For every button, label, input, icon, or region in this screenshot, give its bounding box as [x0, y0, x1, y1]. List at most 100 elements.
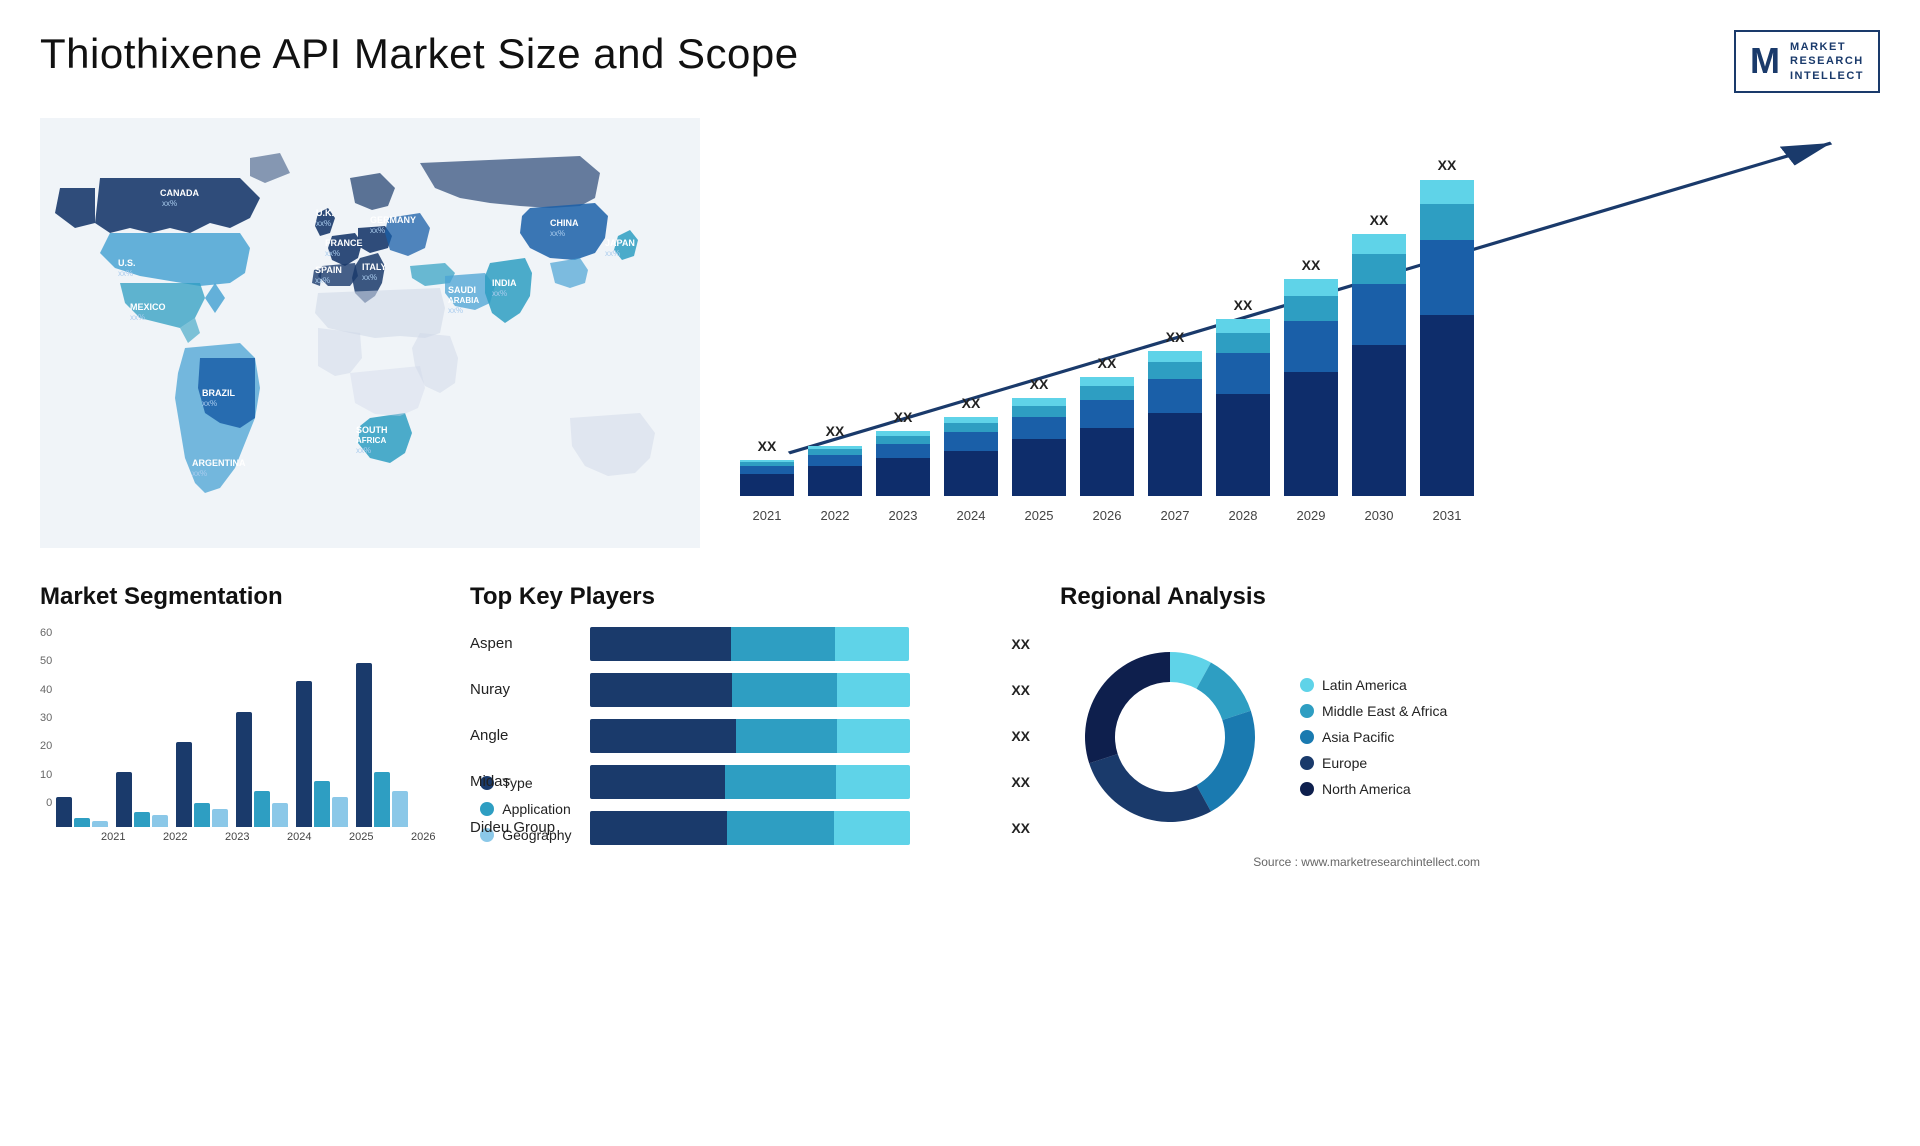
- player-name: Dideu Group: [470, 819, 580, 836]
- bar-group: XX: [808, 423, 862, 496]
- seg-year-group: [56, 627, 108, 827]
- bar-value-label: XX: [962, 395, 981, 411]
- bar-segment: [1420, 315, 1474, 496]
- svg-text:ARGENTINA: ARGENTINA: [192, 458, 246, 468]
- bar-segment: [1352, 234, 1406, 254]
- bar-segment: [944, 451, 998, 496]
- player-bar-wrap: [590, 765, 993, 799]
- svg-text:xx%: xx%: [192, 469, 207, 478]
- bar-group: XX: [1420, 157, 1474, 496]
- bottom-section: Market Segmentation 6050403020100 202120…: [40, 583, 1880, 869]
- player-bar: [590, 765, 910, 799]
- bar-segment: [1080, 400, 1134, 429]
- seg-x-label: 2025: [334, 831, 388, 843]
- seg-y-label: 30: [40, 712, 52, 724]
- bar-year-label: 2030: [1352, 508, 1406, 523]
- bar-value-label: XX: [894, 409, 913, 425]
- regional-legend-item: Europe: [1300, 755, 1447, 771]
- seg-bar: [254, 791, 270, 827]
- bar-segment: [740, 474, 794, 496]
- logo-text: MARKET RESEARCH INTELLECT: [1790, 40, 1864, 83]
- seg-y-label: 40: [40, 684, 52, 696]
- top-section: CANADA xx% U.S. xx% MEXICO xx% BRAZIL xx…: [40, 113, 1880, 553]
- seg-bar: [374, 772, 390, 827]
- bar-segment: [1352, 345, 1406, 495]
- regional-legend-label: North America: [1322, 781, 1411, 797]
- seg-year-group: [176, 627, 228, 827]
- bar-value-label: XX: [758, 438, 777, 454]
- regional-legend-item: North America: [1300, 781, 1447, 797]
- player-bar-seg: [590, 719, 736, 753]
- bar-year-label: 2024: [944, 508, 998, 523]
- segmentation-chart: 6050403020100 202120222023202420252026 T…: [40, 627, 440, 843]
- seg-year-group: [116, 627, 168, 827]
- bar-segment: [1284, 372, 1338, 496]
- player-bar-wrap: [590, 719, 993, 753]
- svg-text:AFRICA: AFRICA: [356, 436, 386, 445]
- seg-year-group: [296, 627, 348, 827]
- player-bar-seg: [725, 765, 836, 799]
- segmentation-title: Market Segmentation: [40, 583, 440, 611]
- bar-segment: [1012, 398, 1066, 406]
- regional-legend: Latin AmericaMiddle East & AfricaAsia Pa…: [1300, 677, 1447, 797]
- page-header: Thiothixene API Market Size and Scope M …: [40, 30, 1880, 93]
- regional-legend-dot: [1300, 782, 1314, 796]
- svg-text:xx%: xx%: [370, 226, 385, 235]
- regional-legend-label: Middle East & Africa: [1322, 703, 1447, 719]
- seg-bar: [92, 821, 108, 827]
- player-bar-seg: [736, 719, 837, 753]
- bar-segment: [944, 423, 998, 432]
- svg-text:xx%: xx%: [492, 289, 507, 298]
- bar-group: XX: [1012, 376, 1066, 496]
- svg-text:BRAZIL: BRAZIL: [202, 388, 235, 398]
- svg-text:xx%: xx%: [202, 399, 217, 408]
- player-bar: [590, 673, 910, 707]
- player-row: MidasXX: [470, 765, 1030, 799]
- seg-x-label: 2021: [86, 831, 140, 843]
- player-bar-wrap: [590, 627, 993, 661]
- bar-segment: [1284, 321, 1338, 372]
- svg-text:INDIA: INDIA: [492, 278, 517, 288]
- bar-year-label: 2022: [808, 508, 862, 523]
- source-text: Source : www.marketresearchintellect.com: [1060, 855, 1480, 869]
- bar-year-label: 2028: [1216, 508, 1270, 523]
- seg-y-label: 60: [40, 627, 52, 639]
- player-bar-seg: [835, 627, 909, 661]
- player-bar-wrap: [590, 673, 993, 707]
- player-bar-seg: [834, 811, 910, 845]
- players-section: Top Key Players AspenXXNurayXXAngleXXMid…: [470, 583, 1030, 857]
- player-name: Nuray: [470, 681, 580, 698]
- svg-text:xx%: xx%: [118, 269, 133, 278]
- player-bar-seg: [732, 673, 837, 707]
- player-row: AngleXX: [470, 719, 1030, 753]
- seg-bar: [296, 681, 312, 827]
- regional-legend-dot: [1300, 756, 1314, 770]
- svg-text:xx%: xx%: [605, 249, 620, 258]
- svg-text:U.K.: U.K.: [316, 208, 334, 218]
- bar-year-label: 2031: [1420, 508, 1474, 523]
- player-name: Aspen: [470, 635, 580, 652]
- bar-x-axis: 2021202220232024202520262027202820292030…: [740, 502, 1880, 523]
- seg-bar: [176, 742, 192, 827]
- bar-value-label: XX: [1098, 355, 1117, 371]
- bar-segment: [1420, 240, 1474, 315]
- svg-text:JAPAN: JAPAN: [605, 238, 635, 248]
- players-title: Top Key Players: [470, 583, 1030, 611]
- seg-bar: [152, 815, 168, 827]
- seg-bars: [56, 627, 450, 827]
- bar-segment: [1216, 353, 1270, 394]
- bar-segment: [1080, 377, 1134, 386]
- bar-segment: [1012, 417, 1066, 440]
- seg-bar: [134, 812, 150, 827]
- bar-segment: [1216, 394, 1270, 496]
- donut-area: Latin AmericaMiddle East & AfricaAsia Pa…: [1060, 627, 1480, 847]
- bar-segment: [876, 458, 930, 495]
- bar-group: XX: [740, 438, 794, 496]
- player-bar-seg: [590, 811, 727, 845]
- player-xx-label: XX: [1011, 774, 1030, 790]
- player-row: Dideu GroupXX: [470, 811, 1030, 845]
- bar-segment: [1148, 362, 1202, 379]
- growth-bar-chart: XXXXXXXXXXXXXXXXXXXXXX 20212022202320242…: [740, 113, 1880, 553]
- svg-text:xx%: xx%: [130, 313, 145, 322]
- logo: M MARKET RESEARCH INTELLECT: [1734, 30, 1880, 93]
